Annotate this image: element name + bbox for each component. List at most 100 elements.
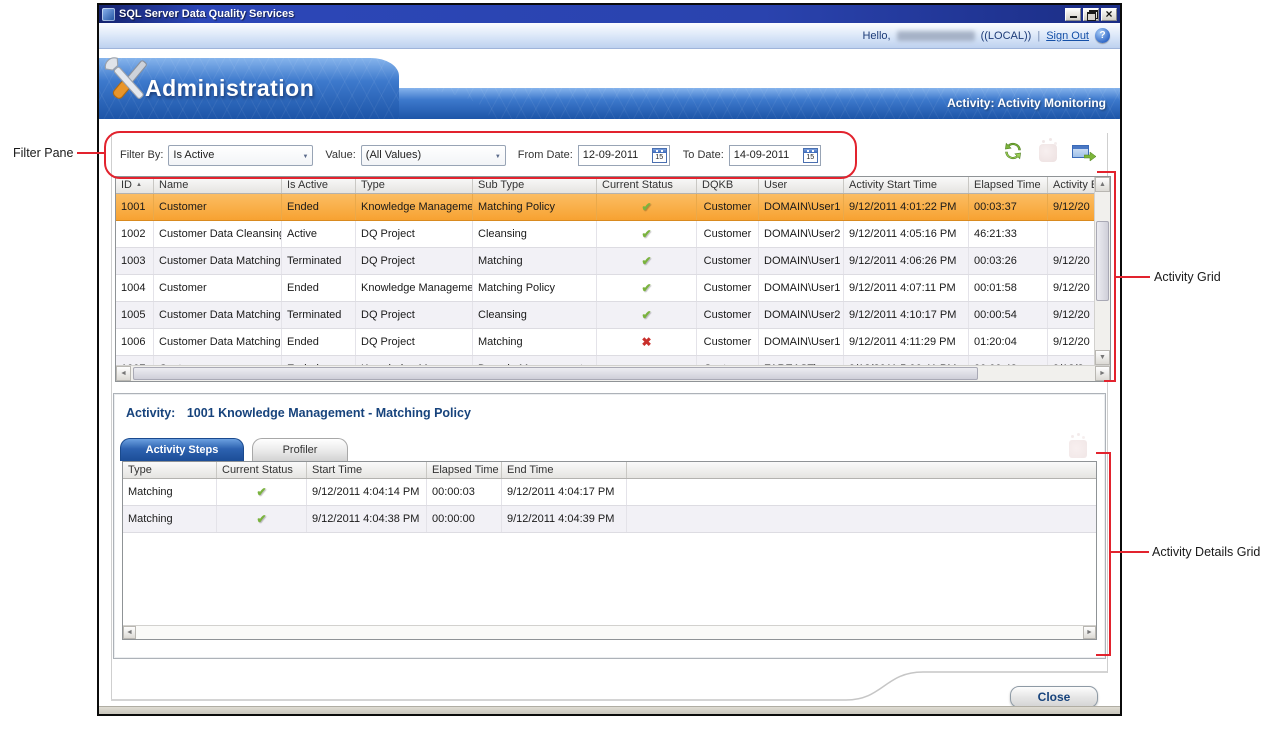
column-header-activity-end-time[interactable]: Activity End Time xyxy=(1048,177,1094,193)
sign-out-link[interactable]: Sign Out xyxy=(1046,30,1089,42)
table-row[interactable]: 1001CustomerEndedKnowledge ManagementMat… xyxy=(116,194,1094,221)
scroll-left-arrow[interactable] xyxy=(123,626,136,639)
column-header-user[interactable]: User xyxy=(759,177,844,193)
column-header-id[interactable]: ID xyxy=(116,177,154,193)
vertical-scroll-thumb[interactable] xyxy=(1096,221,1109,301)
tab-profiler[interactable]: Profiler xyxy=(252,438,348,461)
filter-by-select[interactable]: Is Active xyxy=(168,145,313,166)
column-header-current-status[interactable]: Current Status xyxy=(597,177,697,193)
cell: Customer xyxy=(697,356,759,365)
from-date-field[interactable]: 12-09-2011 15 xyxy=(578,145,670,166)
cell: Customer Data Cleansing xyxy=(154,221,282,247)
title-bar[interactable]: SQL Server Data Quality Services × xyxy=(99,5,1120,23)
activity-context-label: Activity: Activity Monitoring xyxy=(947,88,1106,119)
cell: 00:03:26 xyxy=(969,248,1048,274)
cell: Customer xyxy=(697,194,759,220)
cell: Knowledge Management xyxy=(356,194,473,220)
refresh-button[interactable] xyxy=(1002,141,1024,164)
activity-grid-horizontal-scrollbar[interactable] xyxy=(116,365,1110,381)
activity-grid-vertical-scrollbar[interactable] xyxy=(1094,177,1110,365)
table-row[interactable]: 1004CustomerEndedKnowledge ManagementMat… xyxy=(116,275,1094,302)
separator: | xyxy=(1037,30,1040,42)
details-grid-horizontal-scrollbar[interactable] xyxy=(123,625,1096,639)
column-header-type[interactable]: Type xyxy=(123,462,217,478)
to-date-label: To Date: xyxy=(683,149,724,161)
cell: 00:00:03 xyxy=(427,479,502,505)
cell: 9/12/2011 4:01:22 PM xyxy=(844,194,969,220)
table-row[interactable]: Matching9/12/2011 4:04:14 PM00:00:039/12… xyxy=(123,479,1096,506)
cell: 9/12/20 xyxy=(1048,329,1094,355)
scroll-right-arrow[interactable] xyxy=(1083,626,1096,639)
to-date-field[interactable]: 14-09-2011 15 xyxy=(729,145,821,166)
cell: 9/12/2011 4:07:11 PM xyxy=(844,275,969,301)
cell: 9/12/2011 4:04:14 PM xyxy=(307,479,427,505)
terminate-button-disabled[interactable] xyxy=(1039,144,1057,162)
cell: Customer xyxy=(697,302,759,328)
column-header-name[interactable]: Name xyxy=(154,177,282,193)
filter-by-label: Filter By: xyxy=(120,149,163,161)
status-success-icon xyxy=(641,202,651,214)
table-row[interactable]: Matching9/12/2011 4:04:38 PM00:00:009/12… xyxy=(123,506,1096,533)
column-header-dqkb[interactable]: DQKB xyxy=(697,177,759,193)
cell: 1002 xyxy=(116,221,154,247)
table-row[interactable]: 1007CustomerEndedKnowledge ManagementDom… xyxy=(116,356,1094,365)
cell: 01:20:04 xyxy=(969,329,1048,355)
column-header-activity-start-time[interactable]: Activity Start Time xyxy=(844,177,969,193)
value-select[interactable]: (All Values) xyxy=(361,145,506,166)
cell: DOMAIN\User1 xyxy=(759,275,844,301)
cell: 9/12/2 xyxy=(1048,356,1094,365)
cell: Ended xyxy=(282,275,356,301)
column-header-end-time[interactable]: End Time xyxy=(502,462,627,478)
calendar-icon[interactable]: 15 xyxy=(803,148,818,163)
table-row[interactable]: 1002Customer Data CleansingActiveDQ Proj… xyxy=(116,221,1094,248)
column-header-elapsed-time[interactable]: Elapsed Time xyxy=(427,462,502,478)
minimize-button[interactable] xyxy=(1065,8,1081,21)
column-header-type[interactable]: Type xyxy=(356,177,473,193)
cell: 1005 xyxy=(116,302,154,328)
scroll-right-arrow[interactable] xyxy=(1095,366,1110,381)
masked-username xyxy=(897,31,975,41)
calendar-icon[interactable]: 15 xyxy=(652,148,667,163)
cell: 9/12/2011 4:05:16 PM xyxy=(844,221,969,247)
cell: 46:21:33 xyxy=(969,221,1048,247)
horizontal-scroll-thumb[interactable] xyxy=(133,367,978,380)
column-header-sub-type[interactable]: Sub Type xyxy=(473,177,597,193)
cell: 9/12/2011 4:04:39 PM xyxy=(502,506,627,532)
close-window-button[interactable]: × xyxy=(1101,8,1117,21)
table-row[interactable]: 1005Customer Data MatchingTerminatedDQ P… xyxy=(116,302,1094,329)
details-grid-header: TypeCurrent StatusStart TimeElapsed Time… xyxy=(123,462,1096,479)
app-window: SQL Server Data Quality Services × Hello… xyxy=(97,3,1122,716)
cell: DQ Project xyxy=(356,302,473,328)
column-header-current-status[interactable]: Current Status xyxy=(217,462,307,478)
cell: Matching xyxy=(473,248,597,274)
cell: Customer xyxy=(154,356,282,365)
table-row[interactable]: 1003Customer Data MatchingTerminatedDQ P… xyxy=(116,248,1094,275)
column-header-elapsed-time[interactable]: Elapsed Time xyxy=(969,177,1048,193)
scroll-up-arrow[interactable] xyxy=(1095,177,1110,192)
cell: 9/12/20 xyxy=(1048,248,1094,274)
grid-toolbar xyxy=(1002,141,1096,164)
help-icon[interactable]: ? xyxy=(1095,28,1110,43)
close-button[interactable]: Close xyxy=(1010,686,1098,708)
cell: 1006 xyxy=(116,329,154,355)
column-header-start-time[interactable]: Start Time xyxy=(307,462,427,478)
scroll-left-arrow[interactable] xyxy=(116,366,131,381)
scroll-down-arrow[interactable] xyxy=(1095,350,1110,365)
cell: Domain Management xyxy=(473,356,597,365)
cell: Ended xyxy=(282,356,356,365)
cell: Customer Data Matching xyxy=(154,248,282,274)
status-success-icon xyxy=(641,256,651,268)
cell: Customer Data Matching xyxy=(154,329,282,355)
scope-text: ((LOCAL)) xyxy=(981,30,1032,42)
minimize-icon xyxy=(1070,16,1077,18)
status-success-icon xyxy=(641,283,651,295)
cell: Cleansing xyxy=(473,302,597,328)
cell: DOMAIN\User2 xyxy=(759,221,844,247)
table-row[interactable]: 1006Customer Data MatchingEndedDQ Projec… xyxy=(116,329,1094,356)
restore-button[interactable] xyxy=(1083,8,1099,21)
tab-activity-steps[interactable]: Activity Steps xyxy=(120,438,244,461)
export-button[interactable] xyxy=(1072,144,1096,162)
column-header-is-active[interactable]: Is Active xyxy=(282,177,356,193)
activity-grid-header: IDNameIs ActiveTypeSub TypeCurrent Statu… xyxy=(116,177,1094,194)
value-label: Value: xyxy=(325,149,355,161)
